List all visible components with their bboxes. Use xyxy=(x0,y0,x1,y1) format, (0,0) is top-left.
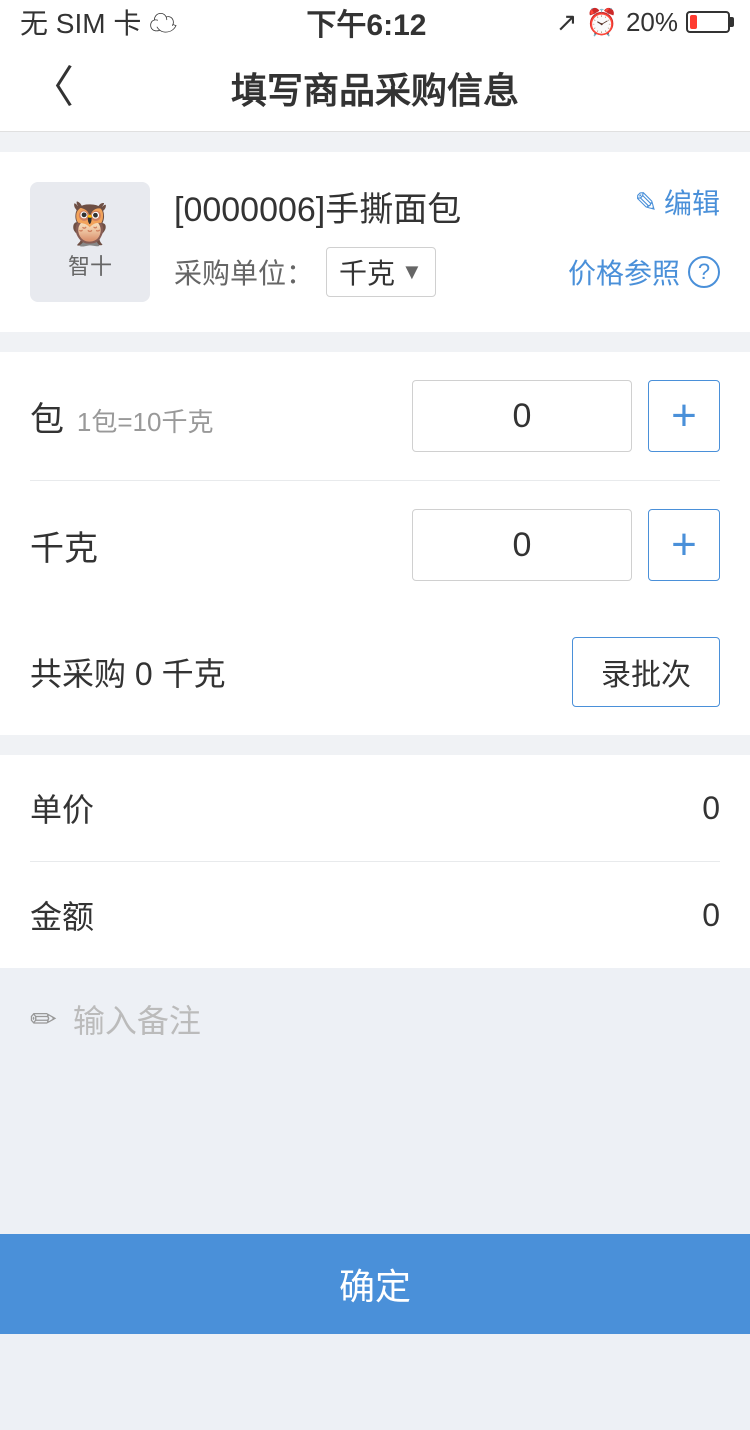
bao-input-row: 包 1包=10千克 0 + xyxy=(0,352,750,480)
edit-link[interactable]: ✎ 编辑 xyxy=(635,182,720,222)
battery-icon xyxy=(686,11,730,33)
kg-input[interactable]: 0 xyxy=(412,509,632,581)
bao-label-wrap: 包 1包=10千克 xyxy=(30,392,213,441)
kg-plus-button[interactable]: + xyxy=(648,509,720,581)
separator-3 xyxy=(0,735,750,755)
edit-icon: ✎ xyxy=(635,186,658,219)
bao-plus-button[interactable]: + xyxy=(648,380,720,452)
unit-selector-wrap: 采购单位： 千克 ▼ xyxy=(174,247,436,297)
edit-label: 编辑 xyxy=(664,182,720,222)
total-row: 共采购 0 千克 录批次 xyxy=(0,609,750,735)
notes-placeholder: 输入备注 xyxy=(73,996,201,1042)
kg-value: 0 xyxy=(513,526,532,565)
kg-input-row: 千克 0 + xyxy=(0,481,750,609)
product-owl-icon: 🦉 xyxy=(64,203,116,245)
jine-label: 金额 xyxy=(30,892,94,938)
price-ref-button[interactable]: 价格参照 ? xyxy=(568,252,720,292)
bao-field-wrap: 0 + xyxy=(233,380,720,452)
question-icon: ? xyxy=(688,256,720,288)
bao-section: 包 1包=10千克 0 + 千克 0 + xyxy=(0,352,750,609)
jine-value: 0 xyxy=(702,897,720,934)
pencil-icon: ✏ xyxy=(30,1000,57,1038)
confirm-button[interactable]: 确定 xyxy=(0,1234,750,1334)
product-image: 🦉 智十 xyxy=(30,182,150,302)
location-icon: ↗ xyxy=(556,7,578,38)
status-time: 下午6:12 xyxy=(306,0,426,44)
plus-icon: + xyxy=(671,391,697,441)
unit-select[interactable]: 千克 ▼ xyxy=(326,247,436,297)
product-img-label: 智十 xyxy=(68,249,112,281)
back-button[interactable]: 〈 xyxy=(30,56,84,120)
batch-label: 录批次 xyxy=(601,659,691,692)
separator-1 xyxy=(0,132,750,152)
price-ref-label: 价格参照 xyxy=(568,252,680,292)
danjia-row: 单价 0 xyxy=(0,755,750,861)
alarm-icon: ⏰ xyxy=(586,7,618,38)
price-info-section: 单价 0 金额 0 xyxy=(0,755,750,968)
notes-section[interactable]: ✏ 输入备注 xyxy=(0,968,750,1070)
bao-label: 包 xyxy=(30,401,64,439)
status-bar: 无 SIM 卡 ☁ 下午6:12 ↗ ⏰ 20% xyxy=(0,0,750,44)
bao-value: 0 xyxy=(513,397,532,436)
nav-bar: 〈 填写商品采购信息 xyxy=(0,44,750,132)
page-title: 填写商品采购信息 xyxy=(231,62,519,114)
bao-sublabel: 1包=10千克 xyxy=(77,407,214,437)
chevron-down-icon: ▼ xyxy=(401,259,423,285)
kg-label-wrap: 千克 xyxy=(30,521,98,570)
separator-2 xyxy=(0,332,750,352)
status-left: 无 SIM 卡 ☁ xyxy=(20,2,177,42)
product-meta: 采购单位： 千克 ▼ 价格参照 ? xyxy=(174,247,720,297)
no-sim-label: 无 SIM 卡 ☁ xyxy=(20,2,177,42)
unit-label: 采购单位： xyxy=(174,252,314,292)
total-label: 共采购 0 千克 xyxy=(30,649,226,695)
kg-label: 千克 xyxy=(30,530,98,568)
battery-percent: 20% xyxy=(626,7,678,38)
product-card: 🦉 智十 [0000006]手撕面包 采购单位： 千克 ▼ 价格参照 ? ✎ 编… xyxy=(0,152,750,332)
batch-button[interactable]: 录批次 xyxy=(572,637,720,707)
kg-plus-icon: + xyxy=(671,520,697,570)
status-right: ↗ ⏰ 20% xyxy=(556,7,730,38)
confirm-label: 确定 xyxy=(339,1258,411,1310)
bao-input[interactable]: 0 xyxy=(412,380,632,452)
danjia-value: 0 xyxy=(702,790,720,827)
unit-value: 千克 xyxy=(339,252,395,292)
danjia-label: 单价 xyxy=(30,785,94,831)
kg-field-wrap: 0 + xyxy=(118,509,720,581)
jine-row: 金额 0 xyxy=(0,862,750,968)
